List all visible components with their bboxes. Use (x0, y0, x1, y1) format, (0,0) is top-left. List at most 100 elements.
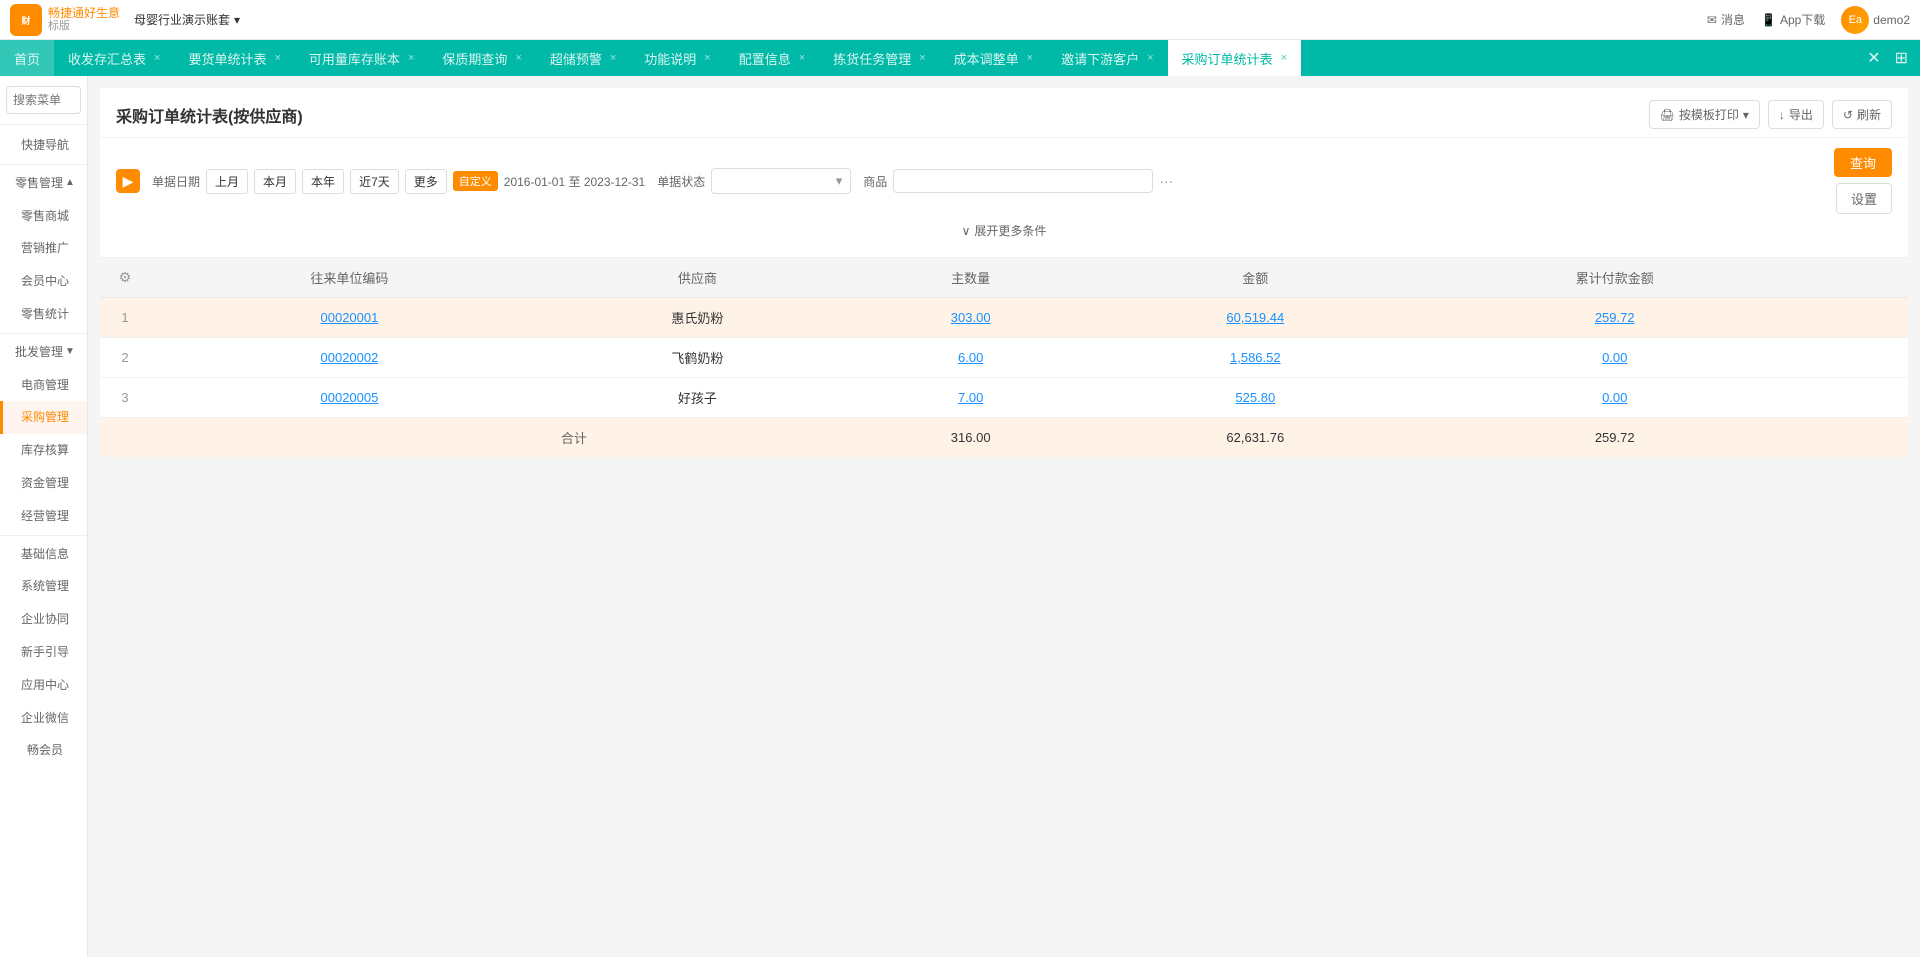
sidebar-item-enterprise-wechat[interactable]: 企业微信 (0, 702, 87, 735)
data-table: ⚙ 往来单位编码 供应商 主数量 金额 累计付款金额 (100, 258, 1908, 458)
tab-expiry-query[interactable]: 保质期查询 × (428, 40, 535, 76)
tab-home[interactable]: 首页 (0, 40, 54, 76)
close-tab-pick[interactable]: × (919, 52, 925, 64)
message-btn[interactable]: ✉ 消息 (1707, 11, 1745, 28)
template-print-btn[interactable]: 🖨 按模板打印 ▾ (1649, 100, 1760, 129)
date-btn-more[interactable]: 更多 (405, 169, 447, 194)
export-btn[interactable]: ↓ 导出 (1768, 100, 1824, 129)
footer-qty: 316.00 (846, 418, 1095, 458)
sidebar-item-retail-stats[interactable]: 零售统计 (0, 298, 87, 331)
row-code-1[interactable]: 00020001 (150, 298, 549, 338)
sidebar-item-marketing[interactable]: 营销推广 (0, 232, 87, 265)
sidebar-item-quick-nav[interactable]: 快捷导航 (0, 129, 87, 162)
user-menu[interactable]: Ea demo2 (1841, 6, 1910, 34)
close-tab-invite[interactable]: × (1147, 52, 1153, 64)
close-tab-stock[interactable]: × (408, 52, 414, 64)
tab-invite[interactable]: 邀请下游客户 × (1047, 40, 1167, 76)
close-tab-function[interactable]: × (704, 52, 710, 64)
row-qty-1[interactable]: 303.00 (846, 298, 1095, 338)
sidebar-item-app-center[interactable]: 应用中心 (0, 669, 87, 702)
tab-stock-account[interactable]: 可用量库存账本 × (295, 40, 428, 76)
sidebar-item-retail-shop[interactable]: 零售商城 (0, 200, 87, 233)
sidebar-item-finance[interactable]: 资金管理 (0, 467, 87, 500)
page-actions: 🖨 按模板打印 ▾ ↓ 导出 ↺ 刷新 (1649, 100, 1892, 129)
sidebar-item-basic-info[interactable]: 基础信息 (0, 538, 87, 571)
close-tab-config[interactable]: × (799, 52, 805, 64)
filter-row-1: ▶ 单据日期 上月 本月 本年 近7天 更多 自定义 2016-01-01 至 … (116, 148, 1892, 214)
sidebar: 快捷导航 零售管理 ▲ 零售商城 营销推广 会员中心 零售统计 批发管理 ▼ 电… (0, 76, 88, 957)
row-code-3[interactable]: 00020005 (150, 378, 549, 418)
sidebar-item-retail-mgmt[interactable]: 零售管理 ▲ (0, 167, 87, 200)
goods-search-more-icon[interactable]: ··· (1159, 173, 1173, 189)
tab-pick-task[interactable]: 拣货任务管理 × (819, 40, 939, 76)
search-input[interactable] (6, 86, 81, 114)
row-supplier-2: 飞鹤奶粉 (549, 338, 846, 378)
close-tab-purchase[interactable]: × (1281, 52, 1287, 64)
close-tab-collect[interactable]: × (154, 52, 160, 64)
close-tab-cost[interactable]: × (1027, 52, 1033, 64)
sidebar-item-member[interactable]: 畅会员 (0, 734, 87, 767)
date-label: 单据日期 (152, 173, 200, 190)
refresh-btn[interactable]: ↺ 刷新 (1832, 100, 1892, 129)
row-amount-2[interactable]: 1,586.52 (1095, 338, 1415, 378)
row-paid-2[interactable]: 0.00 (1415, 338, 1814, 378)
app-download-btn[interactable]: 📱 App下载 (1761, 11, 1825, 28)
footer-label: 合计 (549, 418, 846, 458)
table-row: 1 00020001 惠氏奶粉 303.00 60,519.44 259.72 (100, 298, 1908, 338)
row-amount-1[interactable]: 60,519.44 (1095, 298, 1415, 338)
filter-toggle-btn[interactable]: ▶ (116, 169, 140, 193)
sidebar-item-system[interactable]: 系统管理 (0, 570, 87, 603)
date-btn-7days[interactable]: 近7天 (350, 169, 399, 194)
tab-config[interactable]: 配置信息 × (725, 40, 819, 76)
sidebar-item-wholesale[interactable]: 批发管理 ▼ (0, 336, 87, 369)
workspace-selector[interactable]: 母婴行业演示账套 ▾ (126, 11, 248, 28)
tab-order-summary[interactable]: 要货单统计表 × (174, 40, 294, 76)
col-supplier: 供应商 (549, 258, 846, 298)
row-qty-2[interactable]: 6.00 (846, 338, 1095, 378)
sidebar-divider-1 (0, 164, 87, 165)
row-qty-3[interactable]: 7.00 (846, 378, 1095, 418)
nav-menu-btn[interactable]: ⊞ (1891, 46, 1912, 70)
settings-btn[interactable]: 设置 (1836, 183, 1892, 214)
sidebar-item-new-guide[interactable]: 新手引导 (0, 636, 87, 669)
col-paid: 累计付款金额 (1415, 258, 1814, 298)
sidebar-item-inventory[interactable]: 库存核算 (0, 434, 87, 467)
sidebar-item-enterprise-collab[interactable]: 企业协同 (0, 603, 87, 636)
search-btn[interactable]: 查询 (1834, 148, 1892, 177)
page-header: 采购订单统计表(按供应商) 🖨 按模板打印 ▾ ↓ 导出 ↺ (100, 88, 1908, 138)
nav-tabs: 首页 收发存汇总表 × 要货单统计表 × 可用量库存账本 × 保质期查询 × 超… (0, 40, 1920, 76)
close-tab-order[interactable]: × (274, 52, 280, 64)
row-paid-3[interactable]: 0.00 (1415, 378, 1814, 418)
col-extra (1814, 258, 1908, 298)
tab-cost-adjust[interactable]: 成本调整单 × (940, 40, 1047, 76)
sidebar-item-ecommerce[interactable]: 电商管理 (0, 369, 87, 402)
date-range: 2016-01-01 至 2023-12-31 (504, 173, 645, 190)
tab-purchase-summary[interactable]: 采购订单统计表 × (1168, 40, 1301, 76)
sidebar-item-biz-mgmt[interactable]: 经营管理 (0, 500, 87, 533)
print-icon: 🖨 (1660, 108, 1675, 122)
page-content: 采购订单统计表(按供应商) 🖨 按模板打印 ▾ ↓ 导出 ↺ (88, 76, 1920, 957)
status-select[interactable]: ▾ (711, 168, 851, 194)
close-tab-expiry[interactable]: × (515, 52, 521, 64)
tab-function[interactable]: 功能说明 × (630, 40, 724, 76)
row-amount-3[interactable]: 525.80 (1095, 378, 1415, 418)
date-btn-this-year[interactable]: 本年 (302, 169, 344, 194)
column-settings-icon[interactable]: ⚙ (119, 269, 132, 285)
tab-collect-summary[interactable]: 收发存汇总表 × (54, 40, 174, 76)
tab-overstock[interactable]: 超储预警 × (536, 40, 630, 76)
row-code-2[interactable]: 00020002 (150, 338, 549, 378)
content-area: 采购订单统计表(按供应商) 🖨 按模板打印 ▾ ↓ 导出 ↺ (88, 76, 1920, 957)
sidebar-item-purchase-mgmt[interactable]: 采购管理 (0, 401, 87, 434)
date-filter-group: 单据日期 上月 本月 本年 近7天 更多 自定义 2016-01-01 至 20… (152, 169, 645, 194)
date-btn-last-month[interactable]: 上月 (206, 169, 248, 194)
date-btn-this-month[interactable]: 本月 (254, 169, 296, 194)
custom-badge: 自定义 (453, 171, 498, 191)
close-all-tabs-btn[interactable]: ✕ (1863, 46, 1884, 70)
sidebar-item-member-center[interactable]: 会员中心 (0, 265, 87, 298)
footer-amount: 62,631.76 (1095, 418, 1415, 458)
row-paid-1[interactable]: 259.72 (1415, 298, 1814, 338)
nav-tabs-end: ✕ ⊞ (1863, 46, 1920, 70)
expand-more-btn[interactable]: ∨ 展开更多条件 (116, 214, 1892, 247)
goods-input[interactable] (893, 169, 1153, 193)
close-tab-overstock[interactable]: × (610, 52, 616, 64)
